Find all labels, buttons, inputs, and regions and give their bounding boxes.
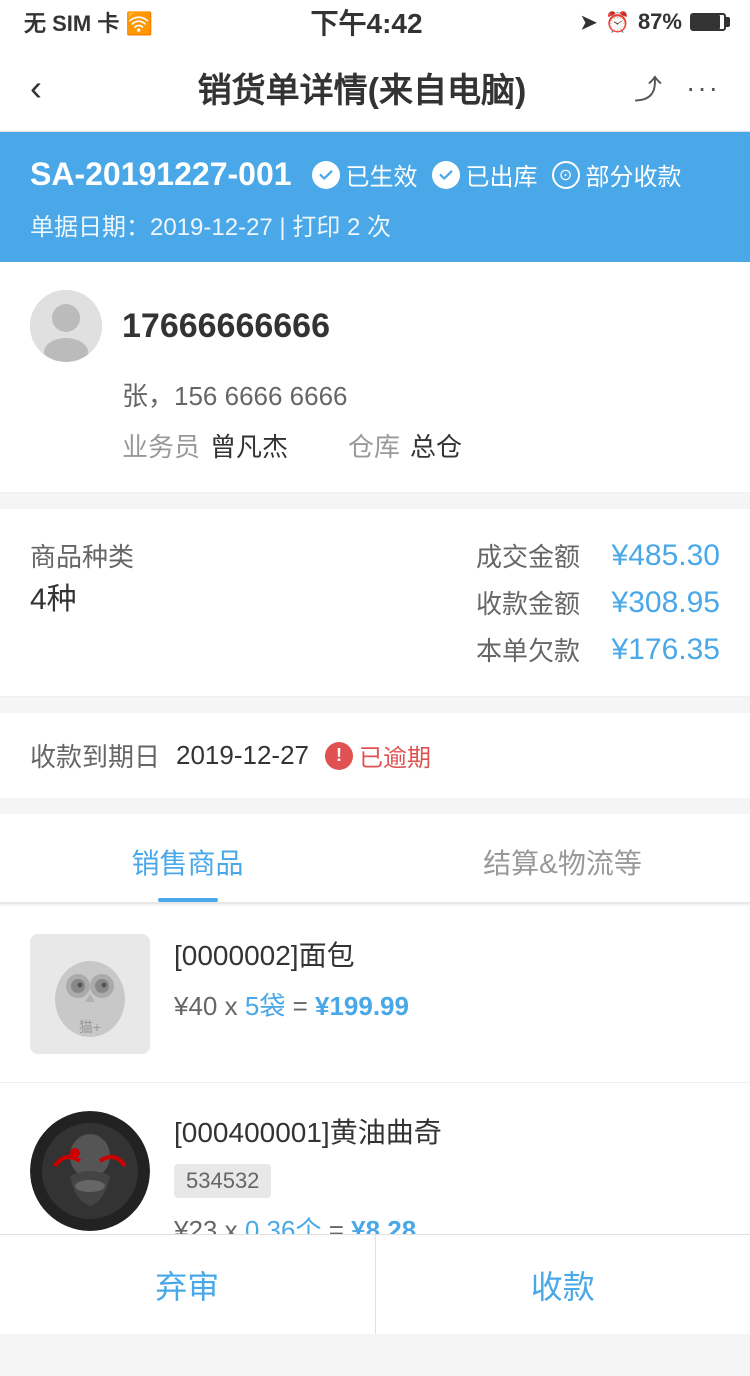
- effective-label: 已生效: [346, 157, 418, 192]
- status-right: ➤ ⏰ 87%: [580, 9, 726, 35]
- customer-phone: 17666666666: [122, 307, 330, 346]
- product-price: ¥40 x 5袋 = ¥199.99: [174, 986, 720, 1023]
- salesman-label: 业务员: [122, 427, 200, 464]
- more-icon[interactable]: ···: [686, 72, 720, 104]
- bottom-bar: 弃审 收款: [0, 1234, 750, 1334]
- due-date-label: 收款到期日: [30, 737, 160, 774]
- stats-right: 成交金额 ¥485.30 收款金额 ¥308.95 本单欠款 ¥176.35: [476, 537, 720, 668]
- product-info: [0000002]面包 ¥40 x 5袋 = ¥199.99: [174, 934, 720, 1023]
- partial-clock-icon: ⊙: [552, 161, 580, 189]
- tabs-row: 销售商品 结算&物流等: [0, 814, 750, 902]
- due-date-section: 收款到期日 2019-12-27 ! 已逾期: [0, 713, 750, 798]
- cancel-label: 弃审: [155, 1262, 219, 1308]
- product-total: ¥199.99: [315, 991, 409, 1021]
- warehouse-value: 总仓: [410, 427, 462, 464]
- products-section: 猫+ [0000002]面包 ¥40 x 5袋 = ¥199.99: [0, 906, 750, 1276]
- shipped-check-icon: [432, 161, 460, 189]
- order-header-banner: SA-20191227-001 已生效 已出库 ⊙ 部分收款 单据日期：2019…: [0, 132, 750, 262]
- stats-row: 商品种类 4种 成交金额 ¥485.30 收款金额 ¥308.95 本单欠款 ¥…: [30, 537, 720, 668]
- product-name-2: [000400001]黄油曲奇: [174, 1111, 720, 1151]
- order-status-tags: 已生效 已出库 ⊙ 部分收款: [312, 157, 682, 192]
- debt-amount-value: ¥176.35: [600, 633, 720, 667]
- nav-bar: ‹ 销货单详情(来自电脑) ⤴ ···: [0, 44, 750, 132]
- effective-check-icon: [312, 161, 340, 189]
- status-left: 无 SIM 卡 🛜: [24, 6, 153, 38]
- alarm-icon: ⏰: [605, 10, 630, 35]
- product-item: 猫+ [0000002]面包 ¥40 x 5袋 = ¥199.99: [0, 906, 750, 1083]
- overdue-text: 已逾期: [359, 738, 431, 773]
- salesman-value: 曾凡杰: [210, 427, 288, 464]
- payment-button[interactable]: 收款: [376, 1235, 750, 1334]
- overdue-icon: !: [325, 742, 353, 770]
- order-id: SA-20191227-001: [30, 156, 292, 193]
- location-icon: ➤: [580, 10, 597, 35]
- tab-sales-label: 销售商品: [131, 848, 243, 879]
- nav-actions: ⤴ ···: [634, 68, 720, 108]
- deal-amount-label: 成交金额: [476, 537, 580, 574]
- deal-amount-value: ¥485.30: [600, 539, 720, 573]
- product-name: [0000002]面包: [174, 934, 720, 974]
- status-bar: 无 SIM 卡 🛜 下午4:42 ➤ ⏰ 87%: [0, 0, 750, 44]
- tab-sales-products[interactable]: 销售商品: [0, 814, 375, 902]
- customer-section: 17666666666 张，156 6666 6666 业务员 曾凡杰 仓库 总…: [0, 262, 750, 493]
- svg-text:猫+: 猫+: [79, 1019, 101, 1035]
- customer-avatar: [30, 290, 102, 362]
- receipt-amount-value: ¥308.95: [600, 586, 720, 620]
- warehouse-label: 仓库: [348, 427, 400, 464]
- tab-settlement-label: 结算&物流等: [483, 848, 642, 879]
- salesman-info: 业务员 曾凡杰: [122, 427, 288, 464]
- debt-amount-label: 本单欠款: [476, 631, 580, 668]
- stats-section: 商品种类 4种 成交金额 ¥485.30 收款金额 ¥308.95 本单欠款 ¥…: [0, 509, 750, 697]
- debt-amount-row: 本单欠款 ¥176.35: [476, 631, 720, 668]
- cancel-review-button[interactable]: 弃审: [0, 1235, 376, 1334]
- tab-settlement[interactable]: 结算&物流等: [375, 814, 750, 902]
- order-doc-date: 单据日期：2019-12-27 | 打印 2 次: [30, 207, 720, 242]
- deal-amount-row: 成交金额 ¥485.30: [476, 537, 720, 574]
- share-icon[interactable]: ⤴: [634, 68, 662, 108]
- tabs-section: 销售商品 结算&物流等: [0, 814, 750, 904]
- signal-text: 无 SIM 卡 🛜: [24, 6, 153, 38]
- product-qty: 5袋: [245, 991, 285, 1021]
- product-thumbnail: 猫+: [30, 934, 150, 1054]
- product-info-2: [000400001]黄油曲奇 534532 ¥23 x 0.36个 = ¥8.…: [174, 1111, 720, 1247]
- due-date-value: 2019-12-27: [176, 740, 309, 771]
- overdue-badge: ! 已逾期: [325, 738, 431, 773]
- status-shipped: 已出库: [432, 157, 538, 192]
- warehouse-info: 仓库 总仓: [348, 427, 462, 464]
- partial-label: 部分收款: [586, 157, 682, 192]
- back-button[interactable]: ‹: [30, 67, 90, 109]
- battery-icon: [690, 13, 726, 31]
- customer-row: 17666666666: [30, 290, 720, 362]
- receipt-amount-label: 收款金额: [476, 584, 580, 621]
- confirm-label: 收款: [531, 1262, 595, 1308]
- price-unit: ¥40: [174, 991, 217, 1021]
- product-type-value: 4种: [30, 574, 134, 618]
- product-type-label: 商品种类: [30, 537, 134, 574]
- battery-text: 87%: [638, 9, 682, 35]
- customer-meta: 业务员 曾凡杰 仓库 总仓: [122, 427, 720, 464]
- stats-left: 商品种类 4种: [30, 537, 134, 618]
- order-header-row1: SA-20191227-001 已生效 已出库 ⊙ 部分收款: [30, 156, 720, 193]
- receipt-amount-row: 收款金额 ¥308.95: [476, 584, 720, 621]
- customer-name-phone: 张，156 6666 6666: [122, 376, 720, 413]
- status-effective: 已生效: [312, 157, 418, 192]
- product-thumbnail-2: [30, 1111, 150, 1231]
- shipped-label: 已出库: [466, 157, 538, 192]
- status-time: 下午4:42: [311, 2, 423, 42]
- page-title: 销货单详情(来自电脑): [90, 63, 634, 112]
- product-batch: 534532: [174, 1164, 271, 1198]
- status-partial: ⊙ 部分收款: [552, 157, 682, 192]
